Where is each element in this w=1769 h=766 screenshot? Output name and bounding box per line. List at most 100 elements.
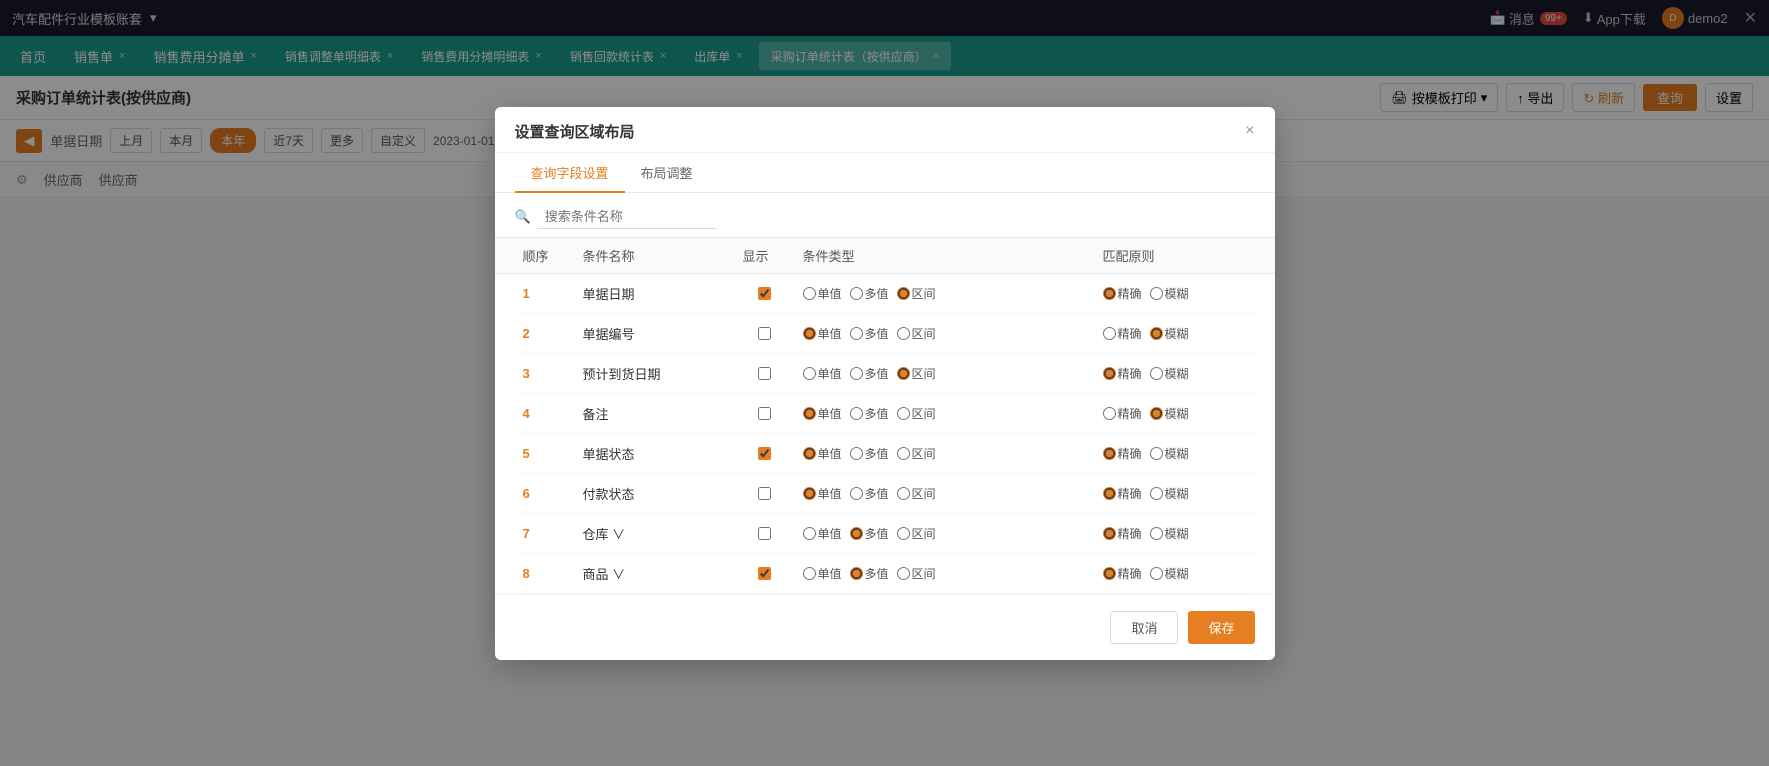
type-radio[interactable]: [850, 407, 863, 420]
rule-radio[interactable]: [1103, 447, 1116, 460]
rule-option[interactable]: 模糊: [1150, 325, 1189, 342]
display-checkbox[interactable]: [758, 287, 771, 300]
type-option[interactable]: 区间: [897, 565, 936, 582]
save-button[interactable]: 保存: [1188, 611, 1254, 644]
display-checkbox[interactable]: [758, 487, 771, 500]
rule-option[interactable]: 精确: [1103, 525, 1142, 542]
rule-radio[interactable]: [1103, 367, 1116, 380]
type-radio[interactable]: [850, 567, 863, 580]
type-option[interactable]: 区间: [897, 485, 936, 502]
row-type-cell: 单值多值区间: [795, 479, 1095, 508]
modal-tab-query[interactable]: 查询字段设置: [515, 153, 625, 193]
type-radio[interactable]: [850, 487, 863, 500]
type-option[interactable]: 多值: [850, 325, 889, 342]
type-option[interactable]: 单值: [803, 565, 842, 582]
type-option[interactable]: 多值: [850, 365, 889, 382]
type-radio[interactable]: [803, 367, 816, 380]
rule-option[interactable]: 模糊: [1150, 405, 1189, 422]
type-radio[interactable]: [850, 447, 863, 460]
type-option[interactable]: 多值: [850, 485, 889, 502]
row-index: 5: [515, 440, 575, 467]
type-radio[interactable]: [897, 287, 910, 300]
row-index: 6: [515, 480, 575, 507]
rule-radio[interactable]: [1150, 287, 1163, 300]
rule-option[interactable]: 模糊: [1150, 565, 1189, 582]
type-option[interactable]: 单值: [803, 485, 842, 502]
type-radio[interactable]: [850, 367, 863, 380]
type-radio[interactable]: [803, 447, 816, 460]
type-radio[interactable]: [803, 567, 816, 580]
rule-radio[interactable]: [1150, 327, 1163, 340]
rule-option[interactable]: 模糊: [1150, 365, 1189, 382]
rule-radio[interactable]: [1150, 407, 1163, 420]
type-option[interactable]: 单值: [803, 285, 842, 302]
type-option[interactable]: 区间: [897, 445, 936, 462]
rule-radio[interactable]: [1150, 487, 1163, 500]
type-option[interactable]: 多值: [850, 525, 889, 542]
cancel-button[interactable]: 取消: [1110, 611, 1178, 644]
display-checkbox[interactable]: [758, 367, 771, 380]
rule-radio[interactable]: [1150, 527, 1163, 540]
type-radio[interactable]: [897, 407, 910, 420]
type-radio[interactable]: [897, 527, 910, 540]
type-option[interactable]: 区间: [897, 405, 936, 422]
display-checkbox[interactable]: [758, 567, 771, 580]
rule-radio[interactable]: [1103, 327, 1116, 340]
rule-option[interactable]: 模糊: [1150, 285, 1189, 302]
display-checkbox[interactable]: [758, 407, 771, 420]
rule-option[interactable]: 模糊: [1150, 525, 1189, 542]
type-radio[interactable]: [803, 527, 816, 540]
rule-option[interactable]: 精确: [1103, 285, 1142, 302]
type-option[interactable]: 多值: [850, 405, 889, 422]
rule-radio[interactable]: [1150, 567, 1163, 580]
type-radio[interactable]: [803, 487, 816, 500]
rule-radio[interactable]: [1103, 407, 1116, 420]
rule-option[interactable]: 精确: [1103, 365, 1142, 382]
rule-option[interactable]: 精确: [1103, 445, 1142, 462]
type-option[interactable]: 多值: [850, 445, 889, 462]
rule-radio[interactable]: [1150, 367, 1163, 380]
type-option[interactable]: 单值: [803, 365, 842, 382]
type-radio[interactable]: [850, 327, 863, 340]
row-index: 3: [515, 360, 575, 387]
type-radio[interactable]: [897, 447, 910, 460]
type-radio[interactable]: [850, 287, 863, 300]
type-option[interactable]: 单值: [803, 525, 842, 542]
rule-radio-label: 模糊: [1165, 525, 1189, 542]
rule-option[interactable]: 模糊: [1150, 485, 1189, 502]
rule-radio[interactable]: [1103, 287, 1116, 300]
rule-option[interactable]: 精确: [1103, 485, 1142, 502]
display-checkbox[interactable]: [758, 327, 771, 340]
type-option[interactable]: 多值: [850, 565, 889, 582]
type-option[interactable]: 区间: [897, 285, 936, 302]
type-option[interactable]: 区间: [897, 325, 936, 342]
type-option[interactable]: 多值: [850, 285, 889, 302]
type-option[interactable]: 单值: [803, 445, 842, 462]
type-radio[interactable]: [897, 567, 910, 580]
type-radio[interactable]: [897, 367, 910, 380]
type-radio[interactable]: [897, 327, 910, 340]
type-radio[interactable]: [850, 527, 863, 540]
type-option[interactable]: 区间: [897, 365, 936, 382]
type-option[interactable]: 区间: [897, 525, 936, 542]
display-checkbox[interactable]: [758, 527, 771, 540]
display-checkbox[interactable]: [758, 447, 771, 460]
row-display-cell: [735, 401, 795, 426]
modal-close-button[interactable]: ×: [1245, 122, 1254, 140]
rule-option[interactable]: 模糊: [1150, 445, 1189, 462]
type-radio[interactable]: [803, 287, 816, 300]
rule-radio[interactable]: [1103, 487, 1116, 500]
type-radio[interactable]: [803, 327, 816, 340]
rule-radio[interactable]: [1103, 527, 1116, 540]
type-radio[interactable]: [803, 407, 816, 420]
rule-radio[interactable]: [1150, 447, 1163, 460]
rule-option[interactable]: 精确: [1103, 565, 1142, 582]
rule-radio[interactable]: [1103, 567, 1116, 580]
rule-option[interactable]: 精确: [1103, 325, 1142, 342]
search-input[interactable]: [537, 205, 717, 229]
modal-tab-layout[interactable]: 布局调整: [625, 153, 709, 193]
rule-option[interactable]: 精确: [1103, 405, 1142, 422]
type-option[interactable]: 单值: [803, 405, 842, 422]
type-option[interactable]: 单值: [803, 325, 842, 342]
type-radio[interactable]: [897, 487, 910, 500]
